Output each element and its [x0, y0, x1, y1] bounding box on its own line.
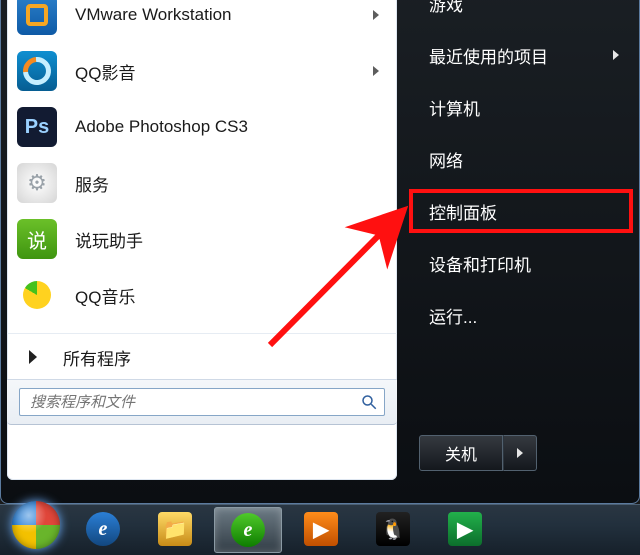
app-label: QQ音乐	[75, 283, 387, 308]
right-item-1[interactable]: 最近使用的项目	[409, 33, 633, 77]
right-item-6[interactable]: 运行...	[409, 293, 633, 337]
search-area	[7, 379, 397, 425]
app-icon: Ps	[17, 107, 57, 147]
search-input[interactable]	[28, 393, 360, 412]
app-item-1[interactable]: QQ影音	[7, 43, 397, 99]
shutdown-split-button[interactable]: 关机	[419, 435, 537, 471]
right-item-4[interactable]: 控制面板	[409, 189, 633, 233]
shutdown-button[interactable]: 关机	[419, 435, 503, 471]
taskbar-button-qq[interactable]: 🐧	[360, 507, 426, 551]
qq-live-icon: ▶	[304, 512, 338, 546]
app-item-5[interactable]: QQ音乐	[7, 267, 397, 323]
taskbar-button-iqiyi[interactable]: ▶	[432, 507, 498, 551]
right-item-0[interactable]: 游戏	[409, 0, 633, 25]
all-programs-button[interactable]: 所有程序	[7, 333, 397, 380]
app-icon	[17, 51, 57, 91]
right-item-label: 网络	[429, 147, 463, 172]
pinned-apps-list: VMware Workstation QQ影音 Ps Adobe Photoshop …	[7, 0, 397, 323]
chevron-right-icon	[29, 350, 37, 364]
right-item-5[interactable]: 设备和打印机	[409, 241, 633, 285]
start-button[interactable]	[12, 501, 60, 549]
right-item-label: 游戏	[429, 0, 463, 16]
app-label: Adobe Photoshop CS3	[75, 117, 387, 137]
chevron-right-icon	[613, 50, 619, 60]
app-icon: 说	[17, 219, 57, 259]
app-label: QQ影音	[75, 59, 373, 84]
app-label: VMware Workstation	[75, 5, 373, 25]
taskbar-button-internet-explorer[interactable]: e	[70, 507, 136, 551]
search-box[interactable]	[19, 388, 385, 416]
right-item-label: 控制面板	[429, 199, 497, 224]
file-explorer-icon: 📁	[158, 512, 192, 546]
app-label: 服务	[75, 171, 387, 196]
app-item-2[interactable]: Ps Adobe Photoshop CS3	[7, 99, 397, 155]
start-menu-left-pane: VMware Workstation QQ影音 Ps Adobe Photoshop …	[7, 0, 397, 480]
right-item-label: 设备和打印机	[429, 251, 531, 276]
app-item-0[interactable]: VMware Workstation	[7, 0, 397, 43]
right-item-3[interactable]: 网络	[409, 137, 633, 181]
right-item-label: 最近使用的项目	[429, 43, 548, 68]
chevron-right-icon	[517, 448, 523, 458]
app-label: 说玩助手	[75, 227, 387, 252]
chevron-right-icon	[373, 10, 379, 20]
qq-icon: 🐧	[376, 512, 410, 546]
right-item-label: 计算机	[429, 95, 480, 120]
all-programs-label: 所有程序	[63, 345, 131, 370]
chevron-right-icon	[373, 66, 379, 76]
taskbar-buttons: e 📁 e ▶ 🐧 ▶	[70, 507, 504, 553]
iqiyi-icon: ▶	[448, 512, 482, 546]
app-icon: ⚙	[17, 163, 57, 203]
360-browser-icon: e	[231, 513, 265, 547]
start-menu: VMware Workstation QQ影音 Ps Adobe Photoshop …	[0, 0, 640, 504]
app-icon	[17, 0, 57, 35]
right-item-label: 运行...	[429, 303, 477, 328]
shutdown-options-button[interactable]	[503, 435, 537, 471]
taskbar-button-qq-live[interactable]: ▶	[288, 507, 354, 551]
taskbar: e 📁 e ▶ 🐧 ▶	[0, 504, 640, 555]
app-item-3[interactable]: ⚙ 服务	[7, 155, 397, 211]
start-menu-right-pane: 游戏最近使用的项目计算机网络控制面板设备和打印机运行...	[409, 0, 633, 337]
app-icon	[17, 275, 57, 315]
app-item-4[interactable]: 说说玩助手	[7, 211, 397, 267]
right-item-2[interactable]: 计算机	[409, 85, 633, 129]
shutdown-label: 关机	[445, 441, 477, 465]
internet-explorer-icon: e	[86, 512, 120, 546]
search-icon	[360, 393, 378, 411]
taskbar-button-file-explorer[interactable]: 📁	[142, 507, 208, 551]
taskbar-button-360-browser[interactable]: e	[214, 507, 282, 553]
